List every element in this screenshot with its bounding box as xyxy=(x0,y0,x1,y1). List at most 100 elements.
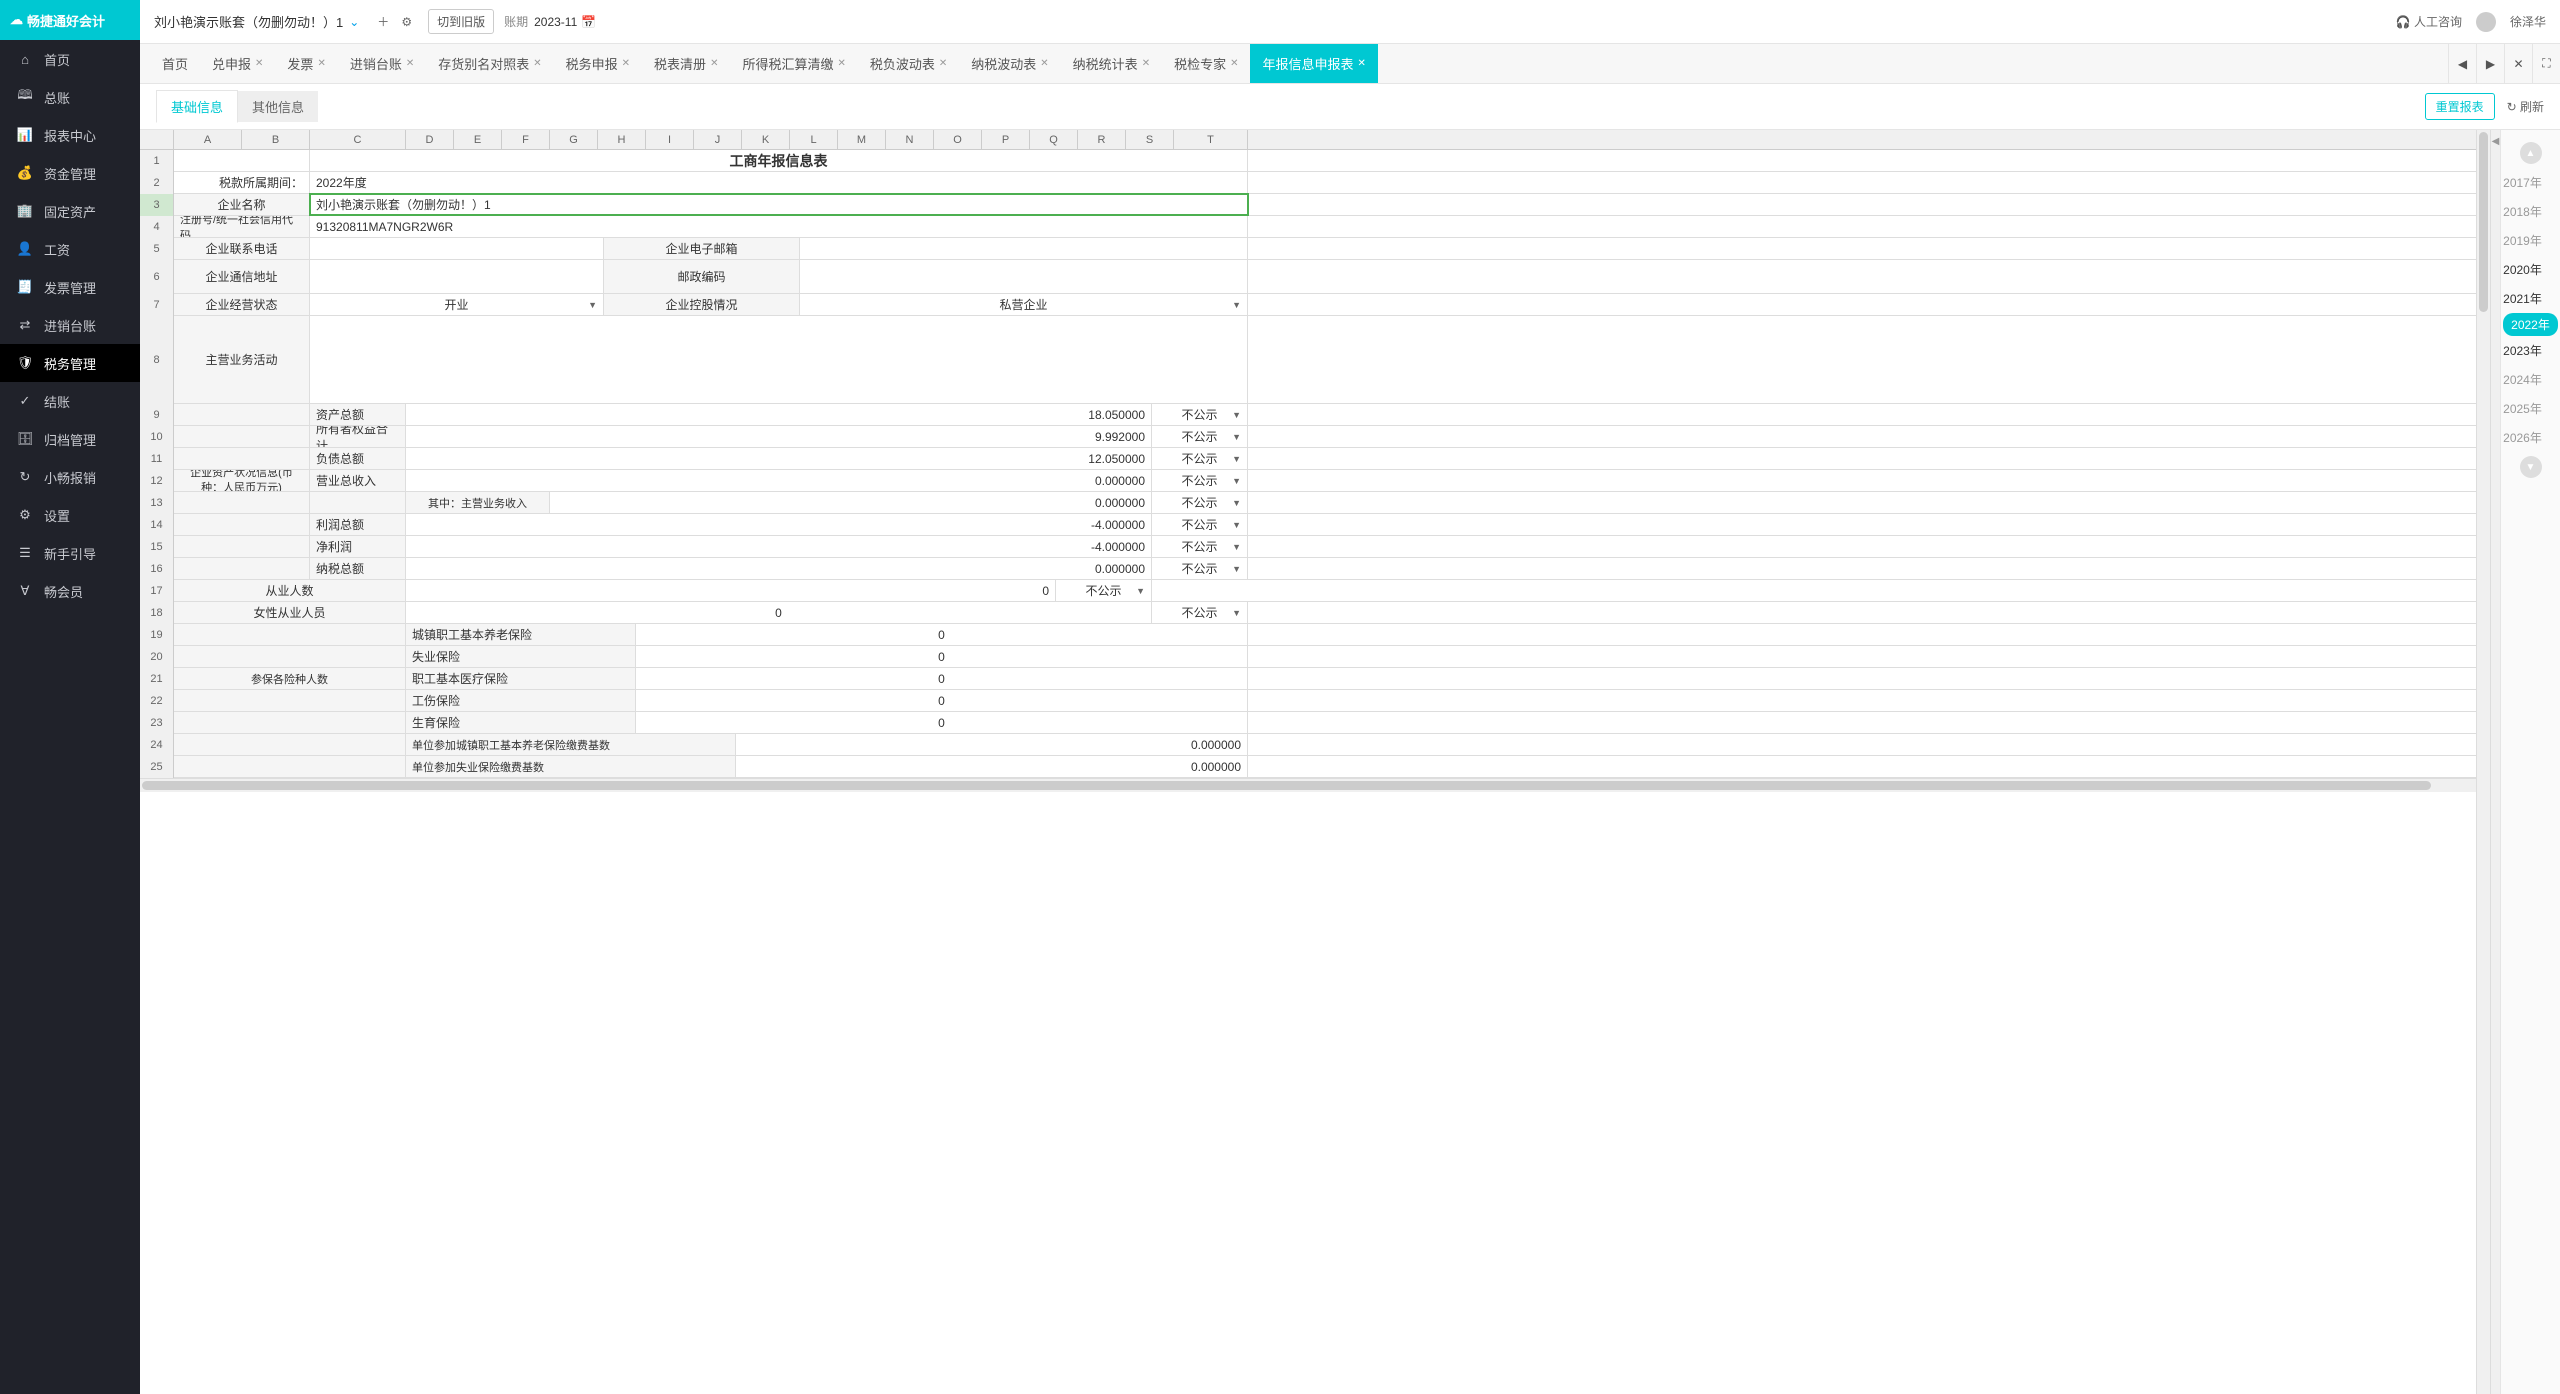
close-icon[interactable]: ✕ xyxy=(1230,58,1238,69)
row-header-3[interactable]: 3 xyxy=(140,194,174,216)
fin-subpub[interactable]: 不公示 xyxy=(1152,492,1248,513)
col-header-D[interactable]: D xyxy=(406,130,454,149)
close-icon[interactable]: ✕ xyxy=(255,58,263,69)
col-header-L[interactable]: L xyxy=(790,130,838,149)
ins-value-3[interactable]: 0 xyxy=(636,690,1248,711)
col-header-N[interactable]: N xyxy=(886,130,934,149)
col-header-R[interactable]: R xyxy=(1078,130,1126,149)
sidebar-item-1[interactable]: 🕮总账 xyxy=(0,78,140,116)
year-2020年[interactable]: 2020年 xyxy=(2503,255,2558,284)
row-header-13[interactable]: 13 xyxy=(140,492,174,514)
user-name[interactable]: 徐泽华 xyxy=(2510,13,2546,30)
row-header-6[interactable]: 6 xyxy=(140,260,174,294)
row-header-12[interactable]: 12 xyxy=(140,470,174,492)
col-header-P[interactable]: P xyxy=(982,130,1030,149)
sidebar-item-6[interactable]: 🧾发票管理 xyxy=(0,268,140,306)
close-icon[interactable]: ✕ xyxy=(1142,58,1150,69)
row-header-15[interactable]: 15 xyxy=(140,536,174,558)
row-header-21[interactable]: 21 xyxy=(140,668,174,690)
row-header-14[interactable]: 14 xyxy=(140,514,174,536)
chevron-down-icon[interactable]: ⌄ xyxy=(349,15,359,29)
emp-pub[interactable]: 不公示 xyxy=(1056,580,1152,601)
fin-pub-1[interactable]: 不公示 xyxy=(1152,426,1248,447)
base-value-0[interactable]: 0.000000 xyxy=(736,734,1248,755)
tab-11[interactable]: 税检专家✕ xyxy=(1162,44,1250,83)
main-biz-value[interactable] xyxy=(310,316,1248,403)
sidebar-item-4[interactable]: 🏢固定资产 xyxy=(0,192,140,230)
close-icon[interactable]: ✕ xyxy=(533,58,541,69)
company-name-cell[interactable]: 刘小艳演示账套（勿删勿动！）1 xyxy=(310,194,1248,215)
row-header-5[interactable]: 5 xyxy=(140,238,174,260)
sidebar-item-3[interactable]: 💰资金管理 xyxy=(0,154,140,192)
close-icon[interactable]: ✕ xyxy=(1040,58,1048,69)
col-header-M[interactable]: M xyxy=(838,130,886,149)
year-up-button[interactable]: ▲ xyxy=(2520,142,2542,164)
col-header-B[interactable]: B xyxy=(242,130,310,149)
row-header-18[interactable]: 18 xyxy=(140,602,174,624)
year-2023年[interactable]: 2023年 xyxy=(2503,336,2558,365)
tab-1[interactable]: 兑申报✕ xyxy=(200,44,275,83)
ins-value-2[interactable]: 0 xyxy=(636,668,1248,689)
row-header-11[interactable]: 11 xyxy=(140,448,174,470)
calendar-icon[interactable]: 📅 xyxy=(581,15,596,29)
col-header-C[interactable]: C xyxy=(310,130,406,149)
fin-pub-4[interactable]: 不公示 xyxy=(1152,514,1248,535)
year-down-button[interactable]: ▼ xyxy=(2520,456,2542,478)
tab-7[interactable]: 所得税汇算清缴✕ xyxy=(730,44,857,83)
row-header-17[interactable]: 17 xyxy=(140,580,174,602)
fin-value-0[interactable]: 18.050000 xyxy=(406,404,1152,425)
close-icon[interactable]: ✕ xyxy=(406,58,414,69)
row-header-19[interactable]: 19 xyxy=(140,624,174,646)
fin-value-6[interactable]: 0.000000 xyxy=(406,558,1152,579)
close-icon[interactable]: ✕ xyxy=(837,58,845,69)
v-scrollbar[interactable] xyxy=(2476,130,2490,1394)
holding-select[interactable]: 私营企业 xyxy=(800,294,1248,315)
fin-value-2[interactable]: 12.050000 xyxy=(406,448,1152,469)
row-header-20[interactable]: 20 xyxy=(140,646,174,668)
ins-value-4[interactable]: 0 xyxy=(636,712,1248,733)
fin-subvalue[interactable]: 0.000000 xyxy=(550,492,1152,513)
add-button[interactable]: ＋ xyxy=(377,13,389,30)
sidebar-item-10[interactable]: 🗄归档管理 xyxy=(0,420,140,458)
addr-value[interactable] xyxy=(310,260,604,293)
collapse-year-handle[interactable]: ◀ xyxy=(2490,130,2500,1394)
col-header-Q[interactable]: Q xyxy=(1030,130,1078,149)
period-value[interactable]: 2023-11 xyxy=(534,15,577,29)
switch-old-button[interactable]: 切到旧版 xyxy=(428,9,494,34)
fin-value-5[interactable]: -4.000000 xyxy=(406,536,1152,557)
fin-pub-0[interactable]: 不公示 xyxy=(1152,404,1248,425)
tab-12[interactable]: 年报信息申报表✕ xyxy=(1250,44,1377,83)
emp-value[interactable]: 0 xyxy=(406,580,1056,601)
tel-value[interactable] xyxy=(310,238,604,259)
row-header-16[interactable]: 16 xyxy=(140,558,174,580)
sidebar-item-8[interactable]: 🛡税务管理 xyxy=(0,344,140,382)
ins-value-1[interactable]: 0 xyxy=(636,646,1248,667)
fin-value-4[interactable]: -4.000000 xyxy=(406,514,1152,535)
account-selector[interactable]: 刘小艳演示账套（勿删勿动！）1 xyxy=(154,12,343,31)
col-header-A[interactable]: A xyxy=(174,130,242,149)
h-scrollbar[interactable] xyxy=(140,778,2476,792)
year-2021年[interactable]: 2021年 xyxy=(2503,284,2558,313)
sidebar-item-14[interactable]: ∀畅会员 xyxy=(0,572,140,610)
fin-pub-2[interactable]: 不公示 xyxy=(1152,448,1248,469)
sidebar-item-0[interactable]: ⌂首页 xyxy=(0,40,140,78)
sidebar-item-12[interactable]: ⚙设置 xyxy=(0,496,140,534)
tab-prev-button[interactable]: ◀ xyxy=(2448,44,2476,83)
row-header-24[interactable]: 24 xyxy=(140,734,174,756)
fin-pub-3[interactable]: 不公示 xyxy=(1152,470,1248,491)
col-header-I[interactable]: I xyxy=(646,130,694,149)
col-header-H[interactable]: H xyxy=(598,130,646,149)
subtab-other[interactable]: 其他信息 xyxy=(238,91,318,122)
tax-period-value[interactable]: 2022年度 xyxy=(310,172,1248,193)
tab-9[interactable]: 纳税波动表✕ xyxy=(959,44,1060,83)
sidebar-item-9[interactable]: ✓结账 xyxy=(0,382,140,420)
close-icon[interactable]: ✕ xyxy=(1358,58,1366,69)
row-header-8[interactable]: 8 xyxy=(140,316,174,404)
tab-4[interactable]: 存货别名对照表✕ xyxy=(426,44,553,83)
row-header-1[interactable]: 1 xyxy=(140,150,174,172)
col-header-G[interactable]: G xyxy=(550,130,598,149)
tab-next-button[interactable]: ▶ xyxy=(2476,44,2504,83)
col-header-T[interactable]: T xyxy=(1174,130,1248,149)
sidebar-item-13[interactable]: ☰新手引导 xyxy=(0,534,140,572)
row-header-2[interactable]: 2 xyxy=(140,172,174,194)
